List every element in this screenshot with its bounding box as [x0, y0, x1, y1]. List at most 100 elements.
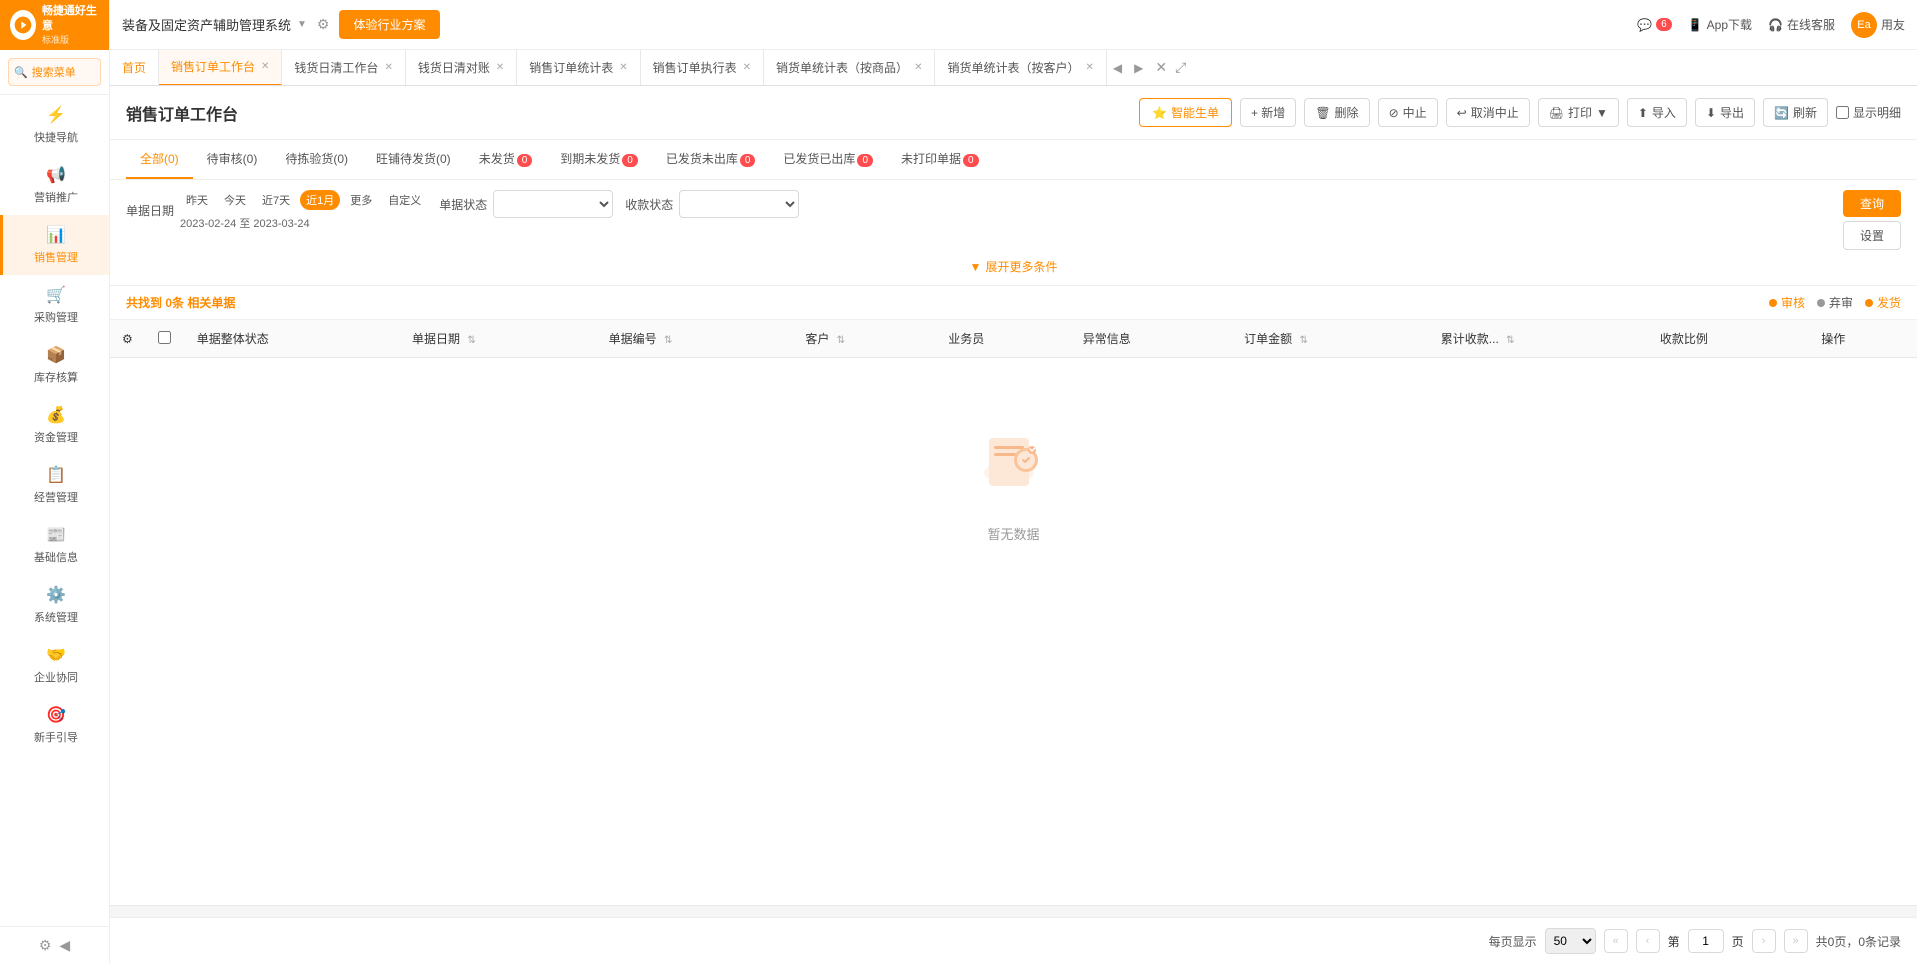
tab-sales-summary-product[interactable]: 销货单统计表（按商品） ✕ [764, 50, 935, 86]
sidebar: 畅捷通好生意 标准版 🔍 搜索菜单 ⚡ 快捷导航 📢 营销推广 📊 销售管理 🛒… [0, 0, 110, 964]
tab-nav-prev[interactable]: ◀ [1107, 61, 1128, 75]
tab-sales-stat[interactable]: 销售订单统计表 ✕ [517, 50, 640, 86]
sidebar-item-finance[interactable]: 💰 资金管理 [0, 395, 109, 455]
th-checkbox[interactable] [145, 320, 185, 358]
tab-sales-workbench[interactable]: 销售订单工作台 ✕ [159, 50, 282, 86]
tab-close-summary-customer[interactable]: ✕ [1085, 62, 1093, 73]
delete-button[interactable]: 🗑 删除 [1304, 98, 1369, 127]
online-service-button[interactable]: 🎧 在线客服 [1768, 16, 1835, 33]
date-today[interactable]: 今天 [218, 190, 252, 210]
shipped-not-out-badge: 0 [740, 154, 756, 167]
select-all-checkbox[interactable] [158, 331, 171, 344]
page-input[interactable] [1688, 929, 1724, 953]
tab-daily-cash[interactable]: 钱货日清工作台 ✕ [282, 50, 405, 86]
tab-cash-reconcile[interactable]: 钱货日清对账 ✕ [406, 50, 517, 86]
add-button[interactable]: + 新增 [1240, 98, 1296, 127]
sidebar-item-basic[interactable]: 📰 基础信息 [0, 515, 109, 575]
sidebar-item-inventory[interactable]: 📦 库存核算 [0, 335, 109, 395]
collapse-button[interactable]: ◀ [59, 937, 70, 954]
ship-action[interactable]: 发货 [1865, 294, 1901, 311]
query-button[interactable]: 查询 [1843, 190, 1901, 217]
page-first-button[interactable]: « [1604, 929, 1628, 953]
sidebar-item-enterprise[interactable]: 🤝 企业协同 [0, 635, 109, 695]
th-cumulative[interactable]: 累计收款... ⇅ [1429, 320, 1648, 358]
th-settings[interactable]: ⚙ [110, 320, 145, 358]
print-button[interactable]: 🖨 打印 ▼ [1538, 98, 1619, 127]
stop-button[interactable]: ⊘ 中止 [1378, 98, 1438, 127]
th-amount[interactable]: 订单金额 ⇅ [1232, 320, 1429, 358]
filter-tab-not-printed[interactable]: 未打印单据0 [887, 140, 993, 179]
filter-tab-not-shipped[interactable]: 未发货0 [465, 140, 547, 179]
page-size-select[interactable]: 20 50 100 [1545, 928, 1596, 954]
page-next-button[interactable]: › [1752, 929, 1776, 953]
sidebar-item-purchase[interactable]: 🛒 采购管理 [0, 275, 109, 335]
filter-tab-pending-inspection[interactable]: 待拣验货(0) [271, 140, 362, 179]
date-1month[interactable]: 近1月 [300, 190, 340, 210]
phone-icon: 📱 [1688, 18, 1703, 32]
gear-icon[interactable]: ⚙ [317, 16, 330, 33]
date-custom[interactable]: 自定义 [382, 190, 427, 210]
filter-tab-all[interactable]: 全部(0) [126, 140, 193, 179]
tab-close-cash-reconcile[interactable]: ✕ [496, 62, 504, 73]
status-select[interactable] [493, 190, 613, 218]
import-icon: ⬆ [1638, 106, 1648, 120]
tab-close-daily-cash[interactable]: ✕ [384, 62, 392, 73]
sidebar-item-sales[interactable]: 📊 销售管理 [0, 215, 109, 275]
message-button[interactable]: 💬 6 [1637, 18, 1672, 32]
page-prev-button[interactable]: ‹ [1636, 929, 1660, 953]
tab-maximize[interactable]: ⤢ [1175, 59, 1186, 76]
tab-sales-exec[interactable]: 销售订单执行表 ✕ [641, 50, 764, 86]
th-number[interactable]: 单据编号 ⇅ [597, 320, 794, 358]
tab-close-sales-workbench[interactable]: ✕ [261, 61, 269, 72]
sidebar-item-system[interactable]: ⚙️ 系统管理 [0, 575, 109, 635]
search-menu-button[interactable]: 🔍 搜索菜单 [8, 58, 101, 86]
smart-generate-button[interactable]: ⭐ 智能生单 [1139, 98, 1232, 127]
payment-select[interactable] [679, 190, 799, 218]
sort-cumulative-icon: ⇅ [1506, 335, 1514, 346]
cancel-stop-button[interactable]: ↩ 取消中止 [1446, 98, 1530, 127]
sidebar-item-marketing[interactable]: 📢 营销推广 [0, 155, 109, 215]
filter-tab-shipped-out[interactable]: 已发货已出库0 [769, 140, 887, 179]
setting-button[interactable]: 设置 [1843, 221, 1901, 250]
tab-close-sales-stat[interactable]: ✕ [619, 62, 627, 73]
sidebar-item-guide[interactable]: 🎯 新手引导 [0, 695, 109, 755]
sidebar-item-operation[interactable]: 📋 经营管理 [0, 455, 109, 515]
filter-tab-shipped-not-out[interactable]: 已发货未出库0 [652, 140, 770, 179]
topbar-system-name: 装备及固定资产辅助管理系统 ▼ [122, 15, 307, 34]
th-date[interactable]: 单据日期 ⇅ [400, 320, 597, 358]
page-header-actions: ⭐ 智能生单 + 新增 🗑 删除 ⊘ 中止 ↩ 取消中止 🖨 [1139, 98, 1901, 139]
expand-conditions-button[interactable]: ▼ 展开更多条件 [970, 258, 1058, 275]
tab-close-sales-exec[interactable]: ✕ [743, 62, 751, 73]
solution-button[interactable]: 体验行业方案 [339, 10, 439, 39]
settings-button[interactable]: ⚙ [39, 937, 52, 954]
abandon-action[interactable]: 弃审 [1817, 294, 1853, 311]
import-button[interactable]: ⬆ 导入 [1627, 98, 1687, 127]
filter-tab-wangpu[interactable]: 旺铺待发货(0) [362, 140, 465, 179]
show-details-input[interactable] [1836, 106, 1849, 119]
tab-close-summary-product[interactable]: ✕ [914, 62, 922, 73]
review-action[interactable]: 审核 [1769, 294, 1805, 311]
th-customer[interactable]: 客户 ⇅ [793, 320, 936, 358]
date-7days[interactable]: 近7天 [256, 190, 296, 210]
filter-tab-overdue-not-shipped[interactable]: 到期未发货0 [546, 140, 652, 179]
tab-sales-summary-customer[interactable]: 销货单统计表（按客户） ✕ [935, 50, 1106, 86]
sidebar-item-quicknav[interactable]: ⚡ 快捷导航 [0, 95, 109, 155]
tab-close-all[interactable]: ✕ [1155, 59, 1167, 76]
date-more[interactable]: 更多 [344, 190, 378, 210]
filter-tab-pending-review[interactable]: 待审核(0) [193, 140, 272, 179]
tab-home[interactable]: 首页 [110, 50, 159, 86]
app-download-button[interactable]: 📱 App下载 [1688, 16, 1752, 33]
marketing-icon: 📢 [46, 165, 66, 185]
horizontal-scrollbar[interactable] [110, 905, 1917, 917]
show-details-checkbox[interactable]: 显示明细 [1836, 104, 1901, 121]
page-last-button[interactable]: » [1784, 929, 1808, 953]
export-button[interactable]: ⬇ 导出 [1695, 98, 1755, 127]
sales-icon: 📊 [46, 225, 66, 245]
quicknav-icon: ⚡ [46, 105, 66, 125]
user-menu[interactable]: Ea 用友 [1851, 12, 1905, 38]
tab-nav-next[interactable]: ▶ [1128, 61, 1149, 75]
date-yesterday[interactable]: 昨天 [180, 190, 214, 210]
sort-date-icon: ⇅ [467, 335, 475, 346]
search-menu-icon: 🔍 [14, 66, 28, 79]
refresh-button[interactable]: 🔄 刷新 [1763, 98, 1828, 127]
